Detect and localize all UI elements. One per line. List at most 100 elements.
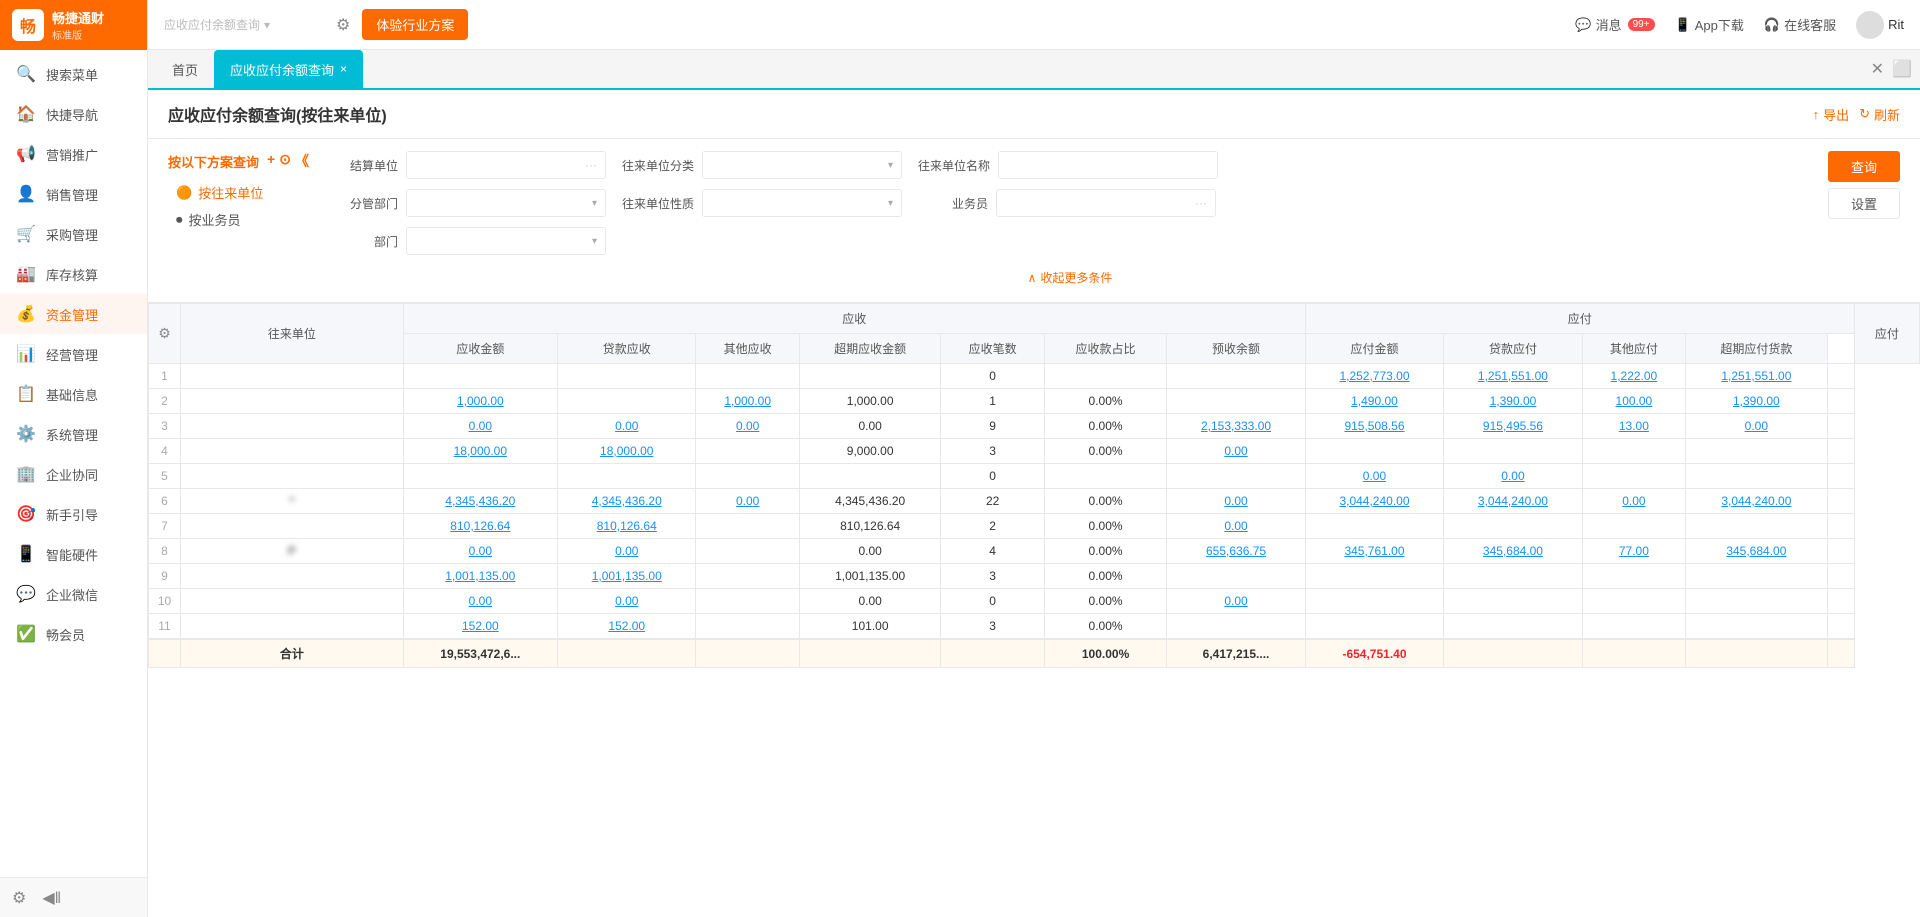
sidebar-item-marketing[interactable]: 📢 营销推广 — [0, 134, 147, 174]
cell[interactable]: 2,153,333.00 — [1167, 414, 1305, 439]
link-value[interactable]: 77.00 — [1619, 544, 1649, 558]
link-value[interactable]: 1,252,773.00 — [1339, 369, 1409, 383]
partner-name-input[interactable] — [998, 151, 1218, 179]
header-settings-icon[interactable]: ⚙ — [336, 15, 350, 35]
cell[interactable]: 345,684.00 — [1686, 539, 1828, 564]
link-value[interactable]: 100.00 — [1616, 394, 1653, 408]
cell[interactable]: 4,345,436.20 — [403, 489, 557, 514]
cell[interactable]: 3,044,240.00 — [1305, 489, 1443, 514]
cell[interactable]: 810,126.64 — [403, 514, 557, 539]
link-value[interactable]: 0.00 — [1224, 494, 1247, 508]
scheme-settings-icon[interactable]: ⊙ — [279, 151, 291, 171]
table-settings-icon[interactable]: ⚙ — [158, 325, 171, 341]
partner-nature-input[interactable]: ▾ — [702, 189, 902, 217]
link-value[interactable]: 0.00 — [469, 594, 492, 608]
cell[interactable]: 0.00 — [403, 414, 557, 439]
cell[interactable]: 0.00 — [1167, 589, 1305, 614]
query-button[interactable]: 查询 — [1828, 151, 1900, 182]
tab-home[interactable]: 首页 — [156, 50, 214, 88]
link-value[interactable]: 13.00 — [1619, 419, 1649, 433]
cell[interactable]: 655,636.75 — [1167, 539, 1305, 564]
link-value[interactable]: 0.00 — [1363, 469, 1386, 483]
link-value[interactable]: 1,251,551.00 — [1721, 369, 1791, 383]
dept-manager-input[interactable]: ▾ — [406, 189, 606, 217]
link-value[interactable]: 0.00 — [1224, 594, 1247, 608]
cell[interactable]: 0.00 — [1167, 489, 1305, 514]
link-value[interactable]: 0.00 — [615, 544, 638, 558]
export-button[interactable]: ↑ 导出 — [1813, 105, 1850, 124]
cell[interactable]: 0.00 — [1444, 464, 1582, 489]
link-value[interactable]: 2,153,333.00 — [1201, 419, 1271, 433]
tab-close-icon[interactable]: × — [340, 62, 347, 76]
scheme-collapse-icon[interactable]: 《 — [295, 151, 309, 171]
sidebar-item-enterprise[interactable]: 🏢 企业协同 — [0, 454, 147, 494]
link-value[interactable]: 18,000.00 — [600, 444, 653, 458]
link-value[interactable]: 4,345,436.20 — [445, 494, 515, 508]
cell[interactable]: 1,001,135.00 — [558, 564, 696, 589]
cell[interactable]: 915,495.56 — [1444, 414, 1582, 439]
cell[interactable]: 152.00 — [558, 614, 696, 640]
sidebar-item-wechat[interactable]: 💬 企业微信 — [0, 574, 147, 614]
cell[interactable]: 1,390.00 — [1686, 389, 1828, 414]
sidebar-item-finance[interactable]: 💰 资金管理 — [0, 294, 147, 334]
filter-settings-button[interactable]: 设置 — [1828, 188, 1900, 219]
cell[interactable]: 0.00 — [696, 489, 799, 514]
link-value[interactable]: 0.00 — [469, 544, 492, 558]
cell[interactable]: 1,001,135.00 — [403, 564, 557, 589]
sidebar-item-basic-info[interactable]: 📋 基础信息 — [0, 374, 147, 414]
cell[interactable]: 915,508.56 — [1305, 414, 1443, 439]
partner-category-input[interactable]: ▾ — [702, 151, 902, 179]
cell[interactable]: 1,490.00 — [1305, 389, 1443, 414]
cell[interactable]: 0.00 — [1686, 414, 1828, 439]
sidebar-item-operation[interactable]: 📊 经营管理 — [0, 334, 147, 374]
cell[interactable]: 1,000.00 — [696, 389, 799, 414]
link-value[interactable]: 0.00 — [1622, 494, 1645, 508]
cell[interactable]: 345,761.00 — [1305, 539, 1443, 564]
cell[interactable]: 77.00 — [1582, 539, 1685, 564]
link-value[interactable]: 0.00 — [1501, 469, 1524, 483]
sidebar-item-member[interactable]: ✅ 畅会员 — [0, 614, 147, 654]
link-value[interactable]: 915,495.56 — [1483, 419, 1543, 433]
cell[interactable]: 0.00 — [558, 589, 696, 614]
cell[interactable]: 1,000.00 — [403, 389, 557, 414]
settlement-input[interactable]: ··· — [406, 151, 606, 179]
link-value[interactable]: 0.00 — [736, 419, 759, 433]
cell[interactable]: 1,252,773.00 — [1305, 364, 1443, 389]
link-value[interactable]: 18,000.00 — [454, 444, 507, 458]
sidebar-item-quick-nav[interactable]: 🏠 快捷导航 — [0, 94, 147, 134]
message-item[interactable]: 💬 消息 99+ — [1575, 15, 1654, 34]
sidebar-item-sales[interactable]: 👤 销售管理 — [0, 174, 147, 214]
sidebar-item-purchase[interactable]: 🛒 采购管理 — [0, 214, 147, 254]
cell[interactable]: 1,390.00 — [1444, 389, 1582, 414]
settings-bottom-icon[interactable]: ⚙ — [12, 888, 26, 908]
link-value[interactable]: 655,636.75 — [1206, 544, 1266, 558]
link-value[interactable]: 0.00 — [615, 594, 638, 608]
link-value[interactable]: 1,000.00 — [457, 394, 504, 408]
app-download-item[interactable]: 📱 App下载 — [1675, 15, 1744, 34]
refresh-button[interactable]: ↻ 刷新 — [1859, 105, 1900, 124]
cell[interactable]: 3,044,240.00 — [1444, 489, 1582, 514]
scheme-by-partner[interactable]: 🟠 按往来单位 — [168, 179, 328, 206]
link-value[interactable]: 0.00 — [736, 494, 759, 508]
scheme-by-salesman[interactable]: ⏺ 按业务员 — [168, 206, 328, 233]
cell[interactable]: 1,251,551.00 — [1686, 364, 1828, 389]
link-value[interactable]: 915,508.56 — [1344, 419, 1404, 433]
promo-button[interactable]: 体验行业方案 — [362, 9, 468, 40]
link-value[interactable]: 0.00 — [1224, 444, 1247, 458]
link-value[interactable]: 345,684.00 — [1483, 544, 1543, 558]
link-value[interactable]: 345,761.00 — [1344, 544, 1404, 558]
link-value[interactable]: 0.00 — [1224, 519, 1247, 533]
collapse-bottom-icon[interactable]: ◀‖ — [42, 888, 61, 908]
cell[interactable]: 1,222.00 — [1582, 364, 1685, 389]
link-value[interactable]: 0.00 — [469, 419, 492, 433]
link-value[interactable]: 810,126.64 — [597, 519, 657, 533]
salesman-input[interactable]: ··· — [996, 189, 1216, 217]
link-value[interactable]: 152.00 — [462, 619, 499, 633]
user-profile[interactable]: Rit — [1856, 11, 1904, 39]
cell[interactable]: 0.00 — [1167, 514, 1305, 539]
link-value[interactable]: 0.00 — [1745, 419, 1768, 433]
cell[interactable]: 0.00 — [403, 589, 557, 614]
filter-collapse[interactable]: ∧ 收起更多条件 — [328, 265, 1812, 290]
link-value[interactable]: 1,001,135.00 — [445, 569, 515, 583]
cell[interactable]: 0.00 — [403, 539, 557, 564]
